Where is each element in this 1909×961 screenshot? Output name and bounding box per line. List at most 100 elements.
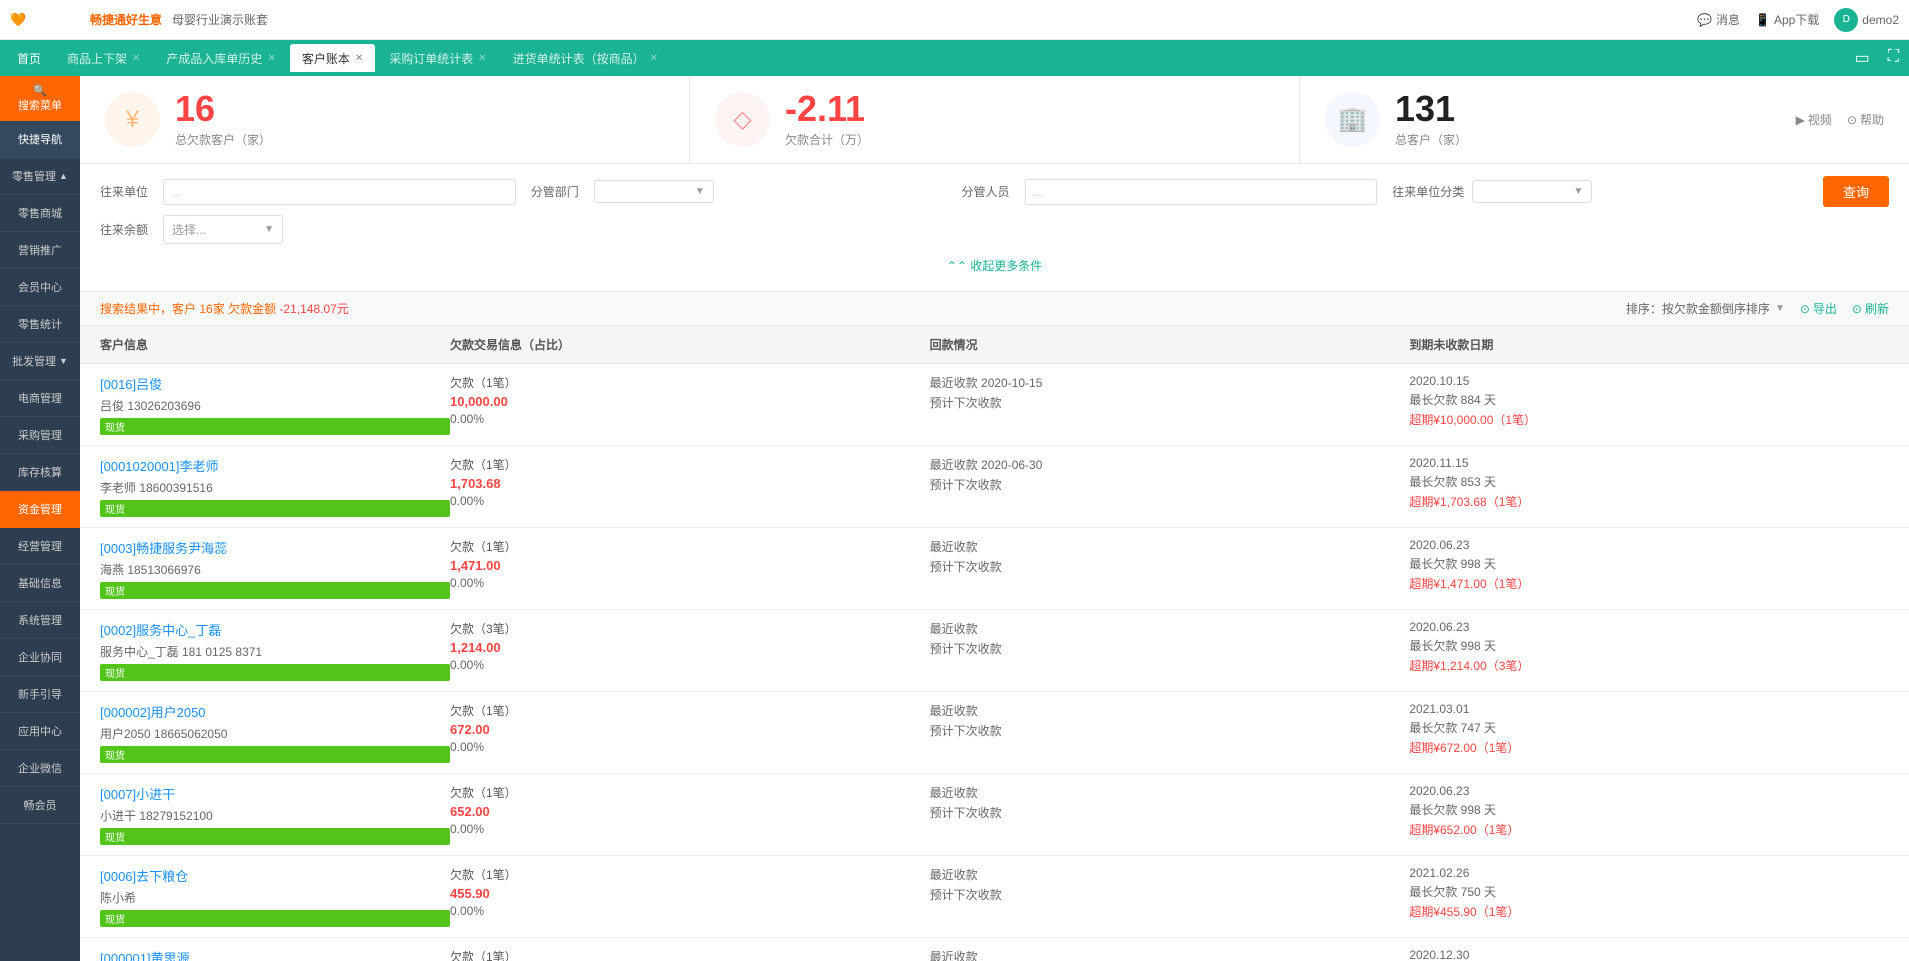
- filter-unit-category: 往来单位分类 ▼: [1392, 180, 1808, 203]
- tab-customer-account[interactable]: 客户账本 ✕: [290, 44, 375, 72]
- customer-name-6[interactable]: [0006]去下粮仓: [100, 866, 450, 885]
- user-profile-btn[interactable]: D demo2: [1834, 8, 1899, 32]
- manager-label: 分管人员: [962, 183, 1017, 200]
- sidebar-item-member-center[interactable]: 会员中心: [0, 269, 80, 306]
- customer-name-1[interactable]: [0001020001]李老师: [100, 456, 450, 475]
- debt-info-2: 欠款（1笔） 1,471.00 0.00%: [450, 538, 930, 590]
- total-customers-icon: 🏢: [1325, 92, 1380, 147]
- balance-select[interactable]: 选择... ▼: [163, 215, 283, 244]
- customer-tag-5: 现货: [100, 828, 450, 845]
- window-restore-btn[interactable]: ▭: [1850, 46, 1875, 70]
- refresh-btn[interactable]: ⊙ 刷新: [1852, 300, 1889, 317]
- sidebar-item-quick-nav[interactable]: 快捷导航: [0, 121, 80, 158]
- sidebar-item-enterprise-wechat[interactable]: 企业微信: [0, 750, 80, 787]
- manager-input[interactable]: ...: [1025, 179, 1378, 205]
- tab-close-customer-account[interactable]: ✕: [355, 53, 363, 64]
- debt-info-4: 欠款（1笔） 672.00 0.00%: [450, 702, 930, 754]
- filter-area: 往来单位 ... 分管部门 ▼ 分管人员 ...: [80, 164, 1909, 292]
- debt-info-1: 欠款（1笔） 1,703.68 0.00%: [450, 456, 930, 508]
- overdue-link-2[interactable]: 超期¥1,471.00（1笔）: [1409, 575, 1889, 592]
- sidebar-item-enterprise-coop[interactable]: 企业协同: [0, 639, 80, 676]
- overdue-link-6[interactable]: 超期¥455.90（1笔）: [1409, 903, 1889, 920]
- sidebar-item-finance[interactable]: 资金管理: [0, 491, 80, 528]
- sidebar-item-retail-mall[interactable]: 零售商城: [0, 195, 80, 232]
- debt-total-icon: ◇: [715, 92, 770, 147]
- tab-close-product-history[interactable]: ✕: [267, 53, 275, 64]
- overdue-link-3[interactable]: 超期¥1,214.00（3笔）: [1409, 657, 1889, 674]
- tab-close-product-on-off[interactable]: ✕: [132, 53, 140, 64]
- results-info: 搜索结果中，客户 16家 欠款金额 -21,148.07元: [100, 300, 349, 317]
- sidebar-item-operations[interactable]: 经营管理: [0, 528, 80, 565]
- tab-inventory-stats[interactable]: 进货单统计表（按商品） ✕: [501, 44, 670, 72]
- dept-label: 分管部门: [531, 183, 586, 200]
- sidebar-item-app-center[interactable]: 应用中心: [0, 713, 80, 750]
- sidebar-item-retail-mgmt[interactable]: 零售管理 ▲: [0, 158, 80, 195]
- overdue-link-4[interactable]: 超期¥672.00（1笔）: [1409, 739, 1889, 756]
- video-icon: ▶: [1796, 113, 1805, 127]
- customer-name-2[interactable]: [0003]畅捷服务尹海蕊: [100, 538, 450, 557]
- overdue-link-5[interactable]: 超期¥652.00（1笔）: [1409, 821, 1889, 838]
- unit-category-select[interactable]: ▼: [1472, 180, 1592, 203]
- sidebar-item-retail-stats[interactable]: 零售统计: [0, 306, 80, 343]
- sidebar-item-inventory[interactable]: 库存核算: [0, 454, 80, 491]
- sidebar-item-base-info[interactable]: 基础信息: [0, 565, 80, 602]
- tab-purchase-order[interactable]: 采购订单统计表 ✕: [377, 44, 498, 72]
- sidebar-item-sys-mgmt[interactable]: 系统管理: [0, 602, 80, 639]
- sidebar-item-purchase-mgmt[interactable]: 采购管理: [0, 417, 80, 454]
- total-customers-value: 131: [1395, 91, 1467, 127]
- retail-mgmt-arrow: ▲: [59, 171, 68, 181]
- customer-tag-0: 现货: [100, 418, 450, 435]
- sort-dropdown[interactable]: 排序：按欠款金额倒序排序 ▼: [1626, 300, 1785, 317]
- export-btn[interactable]: ⊙ 导出: [1800, 300, 1837, 317]
- customer-info-4: [000002]用户2050 用户2050 18665062050 现货: [100, 702, 450, 763]
- search-icon: 🔍: [33, 85, 47, 97]
- customer-info-7: [000001]黄思源 黄思源 13552700226 现货: [100, 948, 450, 961]
- overdue-link-0[interactable]: 超期¥10,000.00（1笔）: [1409, 411, 1889, 428]
- dept-select[interactable]: ▼: [594, 180, 714, 203]
- source-unit-input[interactable]: ...: [163, 179, 516, 205]
- sidebar-item-marketing[interactable]: 营销推广: [0, 232, 80, 269]
- help-btn[interactable]: ⊙ 帮助: [1847, 111, 1884, 128]
- top-bar: 🧡 畅捷通好生意 母婴行业演示账套 💬 消息 📱 App下载 D demo2: [0, 0, 1909, 40]
- customer-info-0: [0016]吕俊 吕俊 13026203696 现货: [100, 374, 450, 435]
- debt-info-3: 欠款（3笔） 1,214.00 0.00%: [450, 620, 930, 672]
- app-download-btn[interactable]: 📱 App下载: [1755, 11, 1819, 28]
- tab-home[interactable]: 首页: [5, 44, 53, 72]
- filter-balance: 往来余额 选择... ▼: [100, 215, 360, 244]
- table-row: [0006]去下粮仓 陈小希 现货 欠款（1笔） 455.90 0.00% 最近…: [80, 856, 1909, 938]
- sort-label: 排序：按欠款金额倒序排序: [1626, 300, 1770, 317]
- table-header: 客户信息 欠款交易信息（占比） 回款情况 到期未收款日期: [80, 326, 1909, 364]
- sidebar-item-new-guide[interactable]: 新手引导: [0, 676, 80, 713]
- customer-contact-5: 小进干 18279152100: [100, 807, 450, 824]
- customer-name-4[interactable]: [000002]用户2050: [100, 702, 450, 721]
- tab-close-purchase-order[interactable]: ✕: [478, 53, 486, 64]
- video-btn[interactable]: ▶ 视频: [1796, 111, 1832, 128]
- due-info-5: 2020.06.23 最长欠款 998 天 超期¥652.00（1笔）: [1409, 784, 1889, 838]
- source-unit-label: 往来单位: [100, 183, 155, 200]
- message-btn[interactable]: 💬 消息: [1697, 11, 1740, 28]
- overdue-link-1[interactable]: 超期¥1,703.68（1笔）: [1409, 493, 1889, 510]
- sidebar-item-chang-member[interactable]: 畅会员: [0, 787, 80, 824]
- dept-chevron: ▼: [695, 186, 705, 197]
- customer-name-3[interactable]: [0002]服务中心_丁磊: [100, 620, 450, 639]
- customer-tag-1: 现货: [100, 500, 450, 517]
- tab-product-on-off[interactable]: 商品上下架 ✕: [55, 44, 152, 72]
- results-actions: 排序：按欠款金额倒序排序 ▼ ⊙ 导出 ⊙ 刷新: [1626, 300, 1889, 317]
- company-name: 母婴行业演示账套: [172, 11, 268, 28]
- sidebar-item-batch-mgmt[interactable]: 批发管理 ▼: [0, 343, 80, 380]
- tab-product-history[interactable]: 产成品入库单历史 ✕: [154, 44, 287, 72]
- recovery-info-1: 最近收款 2020-06-30 预计下次收款: [930, 456, 1410, 493]
- sidebar-item-ecommerce[interactable]: 电商管理: [0, 380, 80, 417]
- tab-window-controls: ▭ ⛶: [1850, 46, 1904, 70]
- customer-name-0[interactable]: [0016]吕俊: [100, 374, 450, 393]
- sidebar-search-btn[interactable]: 🔍 搜索菜单: [0, 76, 80, 121]
- stat-total-customers: 🏢 131 总客户（家） ▶ 视频 ⊙ 帮助: [1300, 76, 1909, 163]
- window-expand-btn[interactable]: ⛶: [1883, 46, 1904, 70]
- customer-name-5[interactable]: [0007]小进干: [100, 784, 450, 803]
- collapse-filter-btn[interactable]: ⌃⌃ 收起更多条件: [100, 252, 1889, 279]
- debt-total-value: -2.11: [785, 91, 869, 127]
- search-button[interactable]: 查询: [1823, 176, 1889, 207]
- customer-name-7[interactable]: [000001]黄思源: [100, 948, 450, 961]
- tab-close-inventory-stats[interactable]: ✕: [650, 53, 658, 64]
- tab-bar: 首页 商品上下架 ✕ 产成品入库单历史 ✕ 客户账本 ✕ 采购订单统计表 ✕ 进…: [0, 40, 1909, 76]
